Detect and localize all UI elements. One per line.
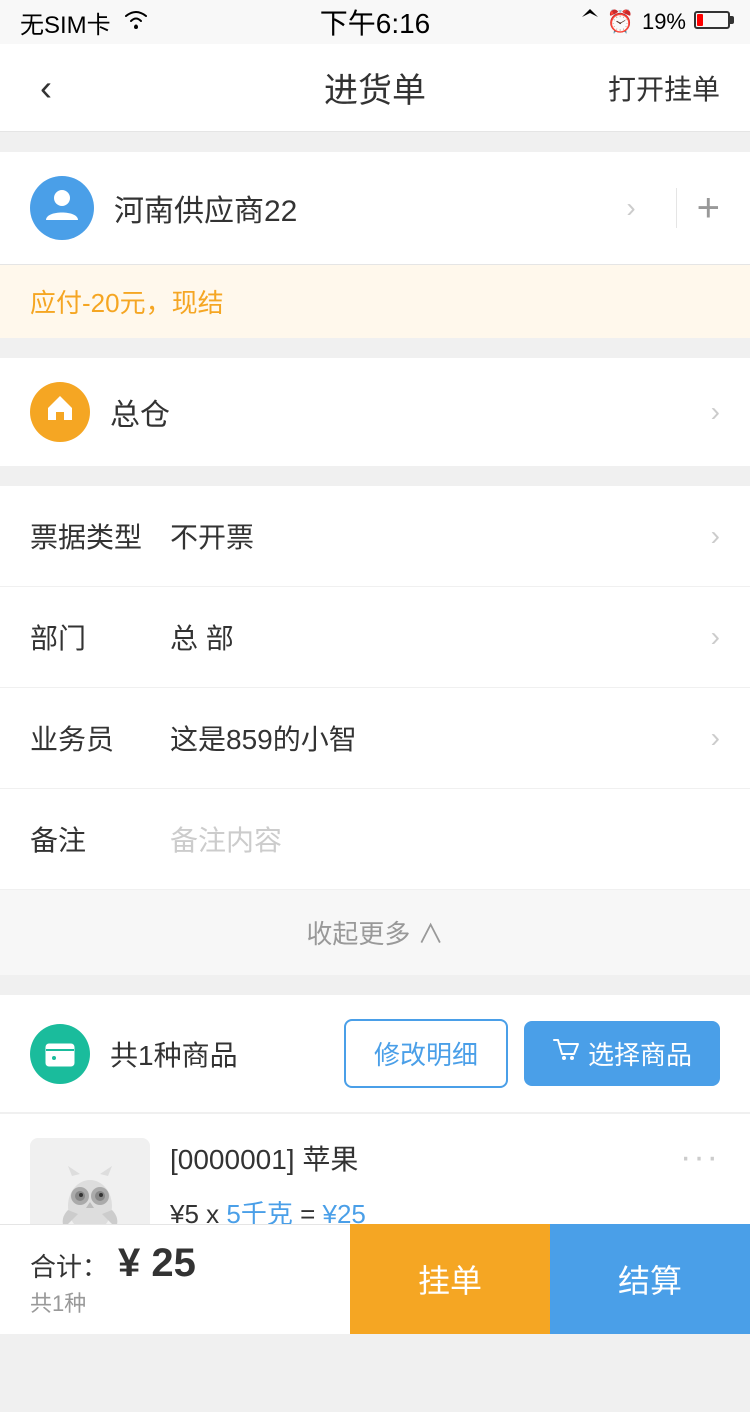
nav-bar: ‹ 进货单 打开挂单 [0, 44, 750, 132]
total-section: 合计： ¥ 25 共1种 [0, 1224, 350, 1334]
product-section-icon [30, 1024, 90, 1084]
cart-icon [552, 1038, 580, 1069]
product-title: 苹果 [302, 1144, 358, 1175]
ticket-type-chevron-icon: › [711, 520, 720, 552]
back-button[interactable]: ‹ [30, 57, 62, 119]
select-product-label: 选择商品 [588, 1035, 692, 1072]
supplier-chevron-icon: › [626, 192, 635, 224]
status-time: 下午6:16 [320, 2, 431, 42]
product-more-button[interactable]: ··· [680, 1138, 720, 1177]
select-product-button[interactable]: 选择商品 [524, 1021, 720, 1086]
remark-label: 备注 [30, 819, 150, 859]
product-info: [0000001] 苹果 ¥5 x 5千克 = ¥25 [170, 1138, 660, 1231]
supplier-name: 河南供应商22 [114, 186, 626, 230]
ticket-type-value: 不开票 [170, 516, 711, 556]
warehouse-name: 总仓 [110, 390, 711, 434]
product-name: [0000001] 苹果 [170, 1138, 660, 1178]
supplier-avatar [30, 176, 94, 240]
warning-banner: 应付-20元，现结 [0, 265, 750, 338]
person-icon [44, 186, 80, 231]
department-label: 部门 [30, 617, 150, 657]
edit-detail-button[interactable]: 修改明细 [344, 1019, 508, 1088]
total-label-text: 合计： [30, 1247, 108, 1284]
ticket-type-row[interactable]: 票据类型 不开票 › [0, 486, 750, 587]
product-code: [0000001] [170, 1144, 295, 1175]
carrier-text: 无SIM卡 [20, 5, 111, 40]
page-title: 进货单 [324, 63, 426, 112]
warehouse-icon [30, 382, 90, 442]
warehouse-row[interactable]: 总仓 › [0, 358, 750, 466]
form-section: 票据类型 不开票 › 部门 总 部 › 业务员 这是859的小智 › 备注 备注… [0, 486, 750, 890]
salesperson-value: 这是859的小智 [170, 718, 711, 758]
add-supplier-button[interactable]: + [697, 186, 720, 231]
remark-row[interactable]: 备注 备注内容 [0, 789, 750, 890]
hang-button[interactable]: 挂单 [350, 1224, 550, 1334]
location-icon [581, 8, 599, 36]
status-left: 无SIM卡 [20, 5, 151, 40]
total-amount: ¥ 25 [118, 1241, 196, 1286]
supplier-divider [676, 188, 677, 228]
alarm-icon: ⏰ [607, 9, 634, 35]
remark-input[interactable]: 备注内容 [170, 819, 720, 859]
status-right: ⏰ 19% [581, 8, 730, 36]
open-hang-button[interactable]: 打开挂单 [608, 68, 720, 108]
supplier-section: 河南供应商22 › + 应付-20元，现结 [0, 152, 750, 338]
product-header: 共1种商品 修改明细 选择商品 [0, 995, 750, 1112]
ticket-type-label: 票据类型 [30, 516, 150, 556]
home-icon [44, 392, 76, 432]
salesperson-label: 业务员 [30, 718, 150, 758]
product-count: 共1种商品 [110, 1034, 344, 1074]
salesperson-row[interactable]: 业务员 这是859的小智 › [0, 688, 750, 789]
battery-percent: 19% [642, 9, 686, 35]
warehouse-section: 总仓 › [0, 358, 750, 466]
status-bar: 无SIM卡 下午6:16 ⏰ 19% [0, 0, 750, 44]
department-value: 总 部 [170, 617, 711, 657]
salesperson-chevron-icon: › [711, 722, 720, 754]
total-sub-text: 共1种 [30, 1286, 320, 1318]
warehouse-chevron-icon: › [711, 396, 720, 428]
supplier-row[interactable]: 河南供应商22 › + [0, 152, 750, 265]
collapse-toggle[interactable]: 收起更多 ∧ [0, 890, 750, 975]
bottom-bar: 合计： ¥ 25 共1种 挂单 结算 [0, 1224, 750, 1334]
settle-button[interactable]: 结算 [550, 1224, 750, 1334]
department-row[interactable]: 部门 总 部 › [0, 587, 750, 688]
battery-icon [694, 9, 730, 35]
department-chevron-icon: › [711, 621, 720, 653]
wifi-icon [121, 8, 151, 37]
